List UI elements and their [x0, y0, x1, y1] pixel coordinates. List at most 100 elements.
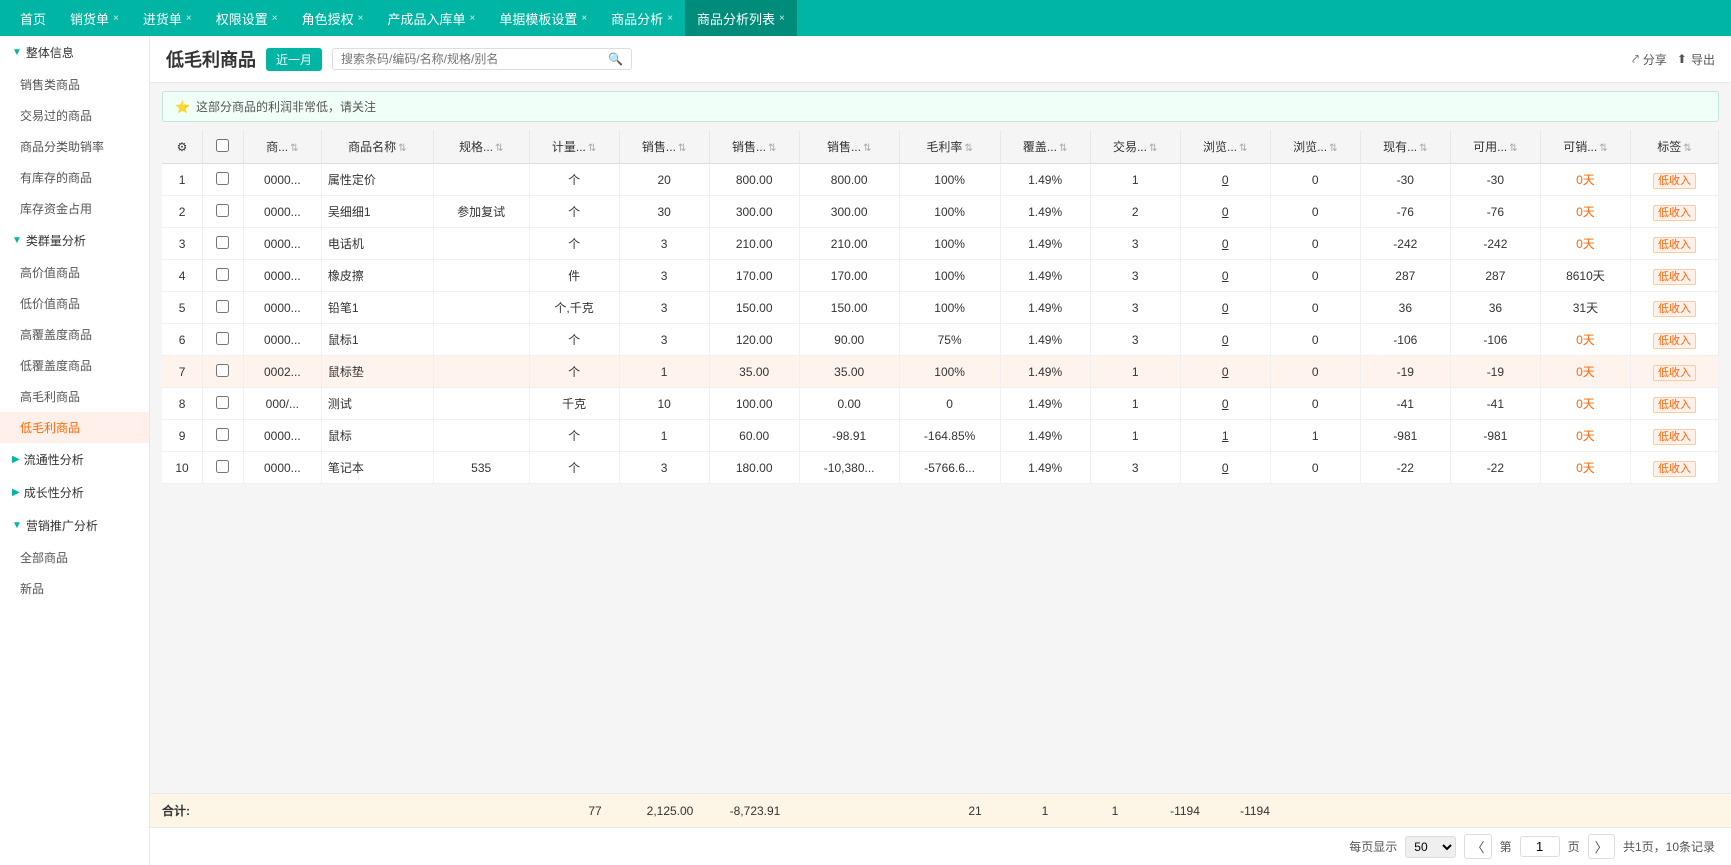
row-checkbox[interactable]: [203, 292, 244, 324]
row-checkbox-input[interactable]: [216, 204, 229, 217]
th-sales-qty[interactable]: 销售...⇅: [619, 130, 709, 164]
th-view1[interactable]: 浏览...⇅: [1180, 130, 1270, 164]
th-unit[interactable]: 计量...⇅: [529, 130, 619, 164]
row-view1[interactable]: 0: [1180, 452, 1270, 484]
th-salable[interactable]: 可销...⇅: [1540, 130, 1630, 164]
th-trade[interactable]: 交易...⇅: [1090, 130, 1180, 164]
share-button[interactable]: ⤤ 分享: [1632, 51, 1667, 68]
select-all-checkbox[interactable]: [216, 139, 229, 152]
row-checkbox-input[interactable]: [216, 268, 229, 281]
row-checkbox[interactable]: [203, 196, 244, 228]
th-view2[interactable]: 浏览...⇅: [1270, 130, 1360, 164]
row-checkbox-input[interactable]: [216, 300, 229, 313]
close-icon[interactable]: ×: [358, 13, 364, 24]
search-input[interactable]: [341, 52, 608, 66]
close-icon[interactable]: ×: [581, 13, 587, 24]
sidebar-item-inventory-capital[interactable]: 库存资金占用: [0, 193, 149, 224]
row-name: 鼠标1: [321, 324, 433, 356]
th-name[interactable]: 商品名称⇅: [321, 130, 433, 164]
export-button[interactable]: ⬆ 导出: [1677, 51, 1715, 68]
sidebar-group-overview[interactable]: ▼ 整体信息: [0, 36, 149, 69]
next-page-button[interactable]: 〉: [1588, 834, 1615, 859]
th-coverage[interactable]: 覆盖...⇅: [1000, 130, 1090, 164]
search-icon[interactable]: 🔍: [608, 52, 623, 66]
row-checkbox-input[interactable]: [216, 236, 229, 249]
th-sales-price[interactable]: 销售...⇅: [709, 130, 799, 164]
th-available[interactable]: 可用...⇅: [1450, 130, 1540, 164]
row-checkbox[interactable]: [203, 324, 244, 356]
row-checkbox-input[interactable]: [216, 428, 229, 441]
row-code: 0000...: [243, 196, 321, 228]
row-view1[interactable]: 0: [1180, 356, 1270, 388]
row-checkbox-input[interactable]: [216, 332, 229, 345]
sidebar-item-high-value[interactable]: 高价值商品: [0, 257, 149, 288]
sidebar-item-low-value[interactable]: 低价值商品: [0, 288, 149, 319]
row-view1[interactable]: 0: [1180, 164, 1270, 196]
th-sales-amount[interactable]: 销售...⇅: [799, 130, 899, 164]
close-icon[interactable]: ×: [667, 13, 673, 24]
close-icon[interactable]: ×: [469, 13, 475, 24]
row-view1[interactable]: 0: [1180, 260, 1270, 292]
row-checkbox[interactable]: [203, 164, 244, 196]
nav-product-analysis[interactable]: 商品分析 ×: [599, 0, 685, 36]
row-code: 0000...: [243, 260, 321, 292]
sidebar-group-cluster-analysis[interactable]: ▼ 类群量分析: [0, 224, 149, 257]
row-view1[interactable]: 0: [1180, 196, 1270, 228]
close-icon[interactable]: ×: [186, 13, 192, 24]
sidebar-item-high-margin[interactable]: 高毛利商品: [0, 381, 149, 412]
row-trade: 3: [1090, 228, 1180, 260]
nav-sales-order[interactable]: 销货单 ×: [58, 0, 131, 36]
nav-home[interactable]: 首页: [8, 0, 58, 36]
row-view1[interactable]: 0: [1180, 228, 1270, 260]
close-icon[interactable]: ×: [779, 13, 785, 24]
row-checkbox-input[interactable]: [216, 460, 229, 473]
nav-permission[interactable]: 权限设置 ×: [204, 0, 290, 36]
sidebar-group-marketing[interactable]: ▼ 营销推广分析: [0, 509, 149, 542]
nav-template-settings[interactable]: 单据模板设置 ×: [487, 0, 599, 36]
th-code[interactable]: 商...⇅: [243, 130, 321, 164]
sidebar-group-growth[interactable]: ▶ 成长性分析: [0, 476, 149, 509]
sidebar-item-sales-products[interactable]: 销售类商品: [0, 69, 149, 100]
date-filter-button[interactable]: 近一月: [266, 48, 322, 71]
prev-page-button[interactable]: 〈: [1464, 834, 1491, 859]
row-code: 0000...: [243, 292, 321, 324]
th-tag[interactable]: 标签⇅: [1630, 130, 1718, 164]
row-checkbox[interactable]: [203, 420, 244, 452]
th-checkbox[interactable]: [203, 130, 244, 164]
close-icon[interactable]: ×: [113, 13, 119, 24]
row-view1[interactable]: 1: [1180, 420, 1270, 452]
th-spec[interactable]: 规格...⇅: [433, 130, 529, 164]
nav-purchase-order[interactable]: 进货单 ×: [131, 0, 204, 36]
row-view1[interactable]: 0: [1180, 324, 1270, 356]
close-icon[interactable]: ×: [272, 13, 278, 24]
th-gross-margin[interactable]: 毛利率⇅: [899, 130, 1000, 164]
row-checkbox[interactable]: [203, 260, 244, 292]
nav-product-inbound[interactable]: 产成品入库单 ×: [375, 0, 487, 36]
row-checkbox[interactable]: [203, 356, 244, 388]
row-code: 0000...: [243, 228, 321, 260]
sidebar-item-in-stock[interactable]: 有库存的商品: [0, 162, 149, 193]
page-number-input[interactable]: [1520, 836, 1560, 857]
sidebar-item-new-products[interactable]: 新品: [0, 573, 149, 604]
row-checkbox-input[interactable]: [216, 364, 229, 377]
sidebar-item-traded-products[interactable]: 交易过的商品: [0, 100, 149, 131]
row-checkbox[interactable]: [203, 388, 244, 420]
sidebar-item-high-coverage[interactable]: 高覆盖度商品: [0, 319, 149, 350]
th-current[interactable]: 现有...⇅: [1360, 130, 1450, 164]
row-checkbox-input[interactable]: [216, 396, 229, 409]
row-checkbox-input[interactable]: [216, 172, 229, 185]
row-checkbox[interactable]: [203, 452, 244, 484]
sidebar-item-category-sales-rate[interactable]: 商品分类助销率: [0, 131, 149, 162]
per-page-select[interactable]: 50 100 200: [1405, 836, 1456, 858]
row-view1[interactable]: 0: [1180, 292, 1270, 324]
row-view1[interactable]: 0: [1180, 388, 1270, 420]
row-spec: 535: [433, 452, 529, 484]
nav-product-analysis-list[interactable]: 商品分析列表 ×: [685, 0, 797, 36]
nav-role-auth[interactable]: 角色授权 ×: [290, 0, 376, 36]
sidebar-group-circulation[interactable]: ▶ 流通性分析: [0, 443, 149, 476]
th-settings[interactable]: ⚙: [162, 130, 203, 164]
sidebar-item-low-margin[interactable]: 低毛利商品: [0, 412, 149, 443]
sidebar-item-low-coverage[interactable]: 低覆盖度商品: [0, 350, 149, 381]
row-checkbox[interactable]: [203, 228, 244, 260]
sidebar-item-all-products[interactable]: 全部商品: [0, 542, 149, 573]
